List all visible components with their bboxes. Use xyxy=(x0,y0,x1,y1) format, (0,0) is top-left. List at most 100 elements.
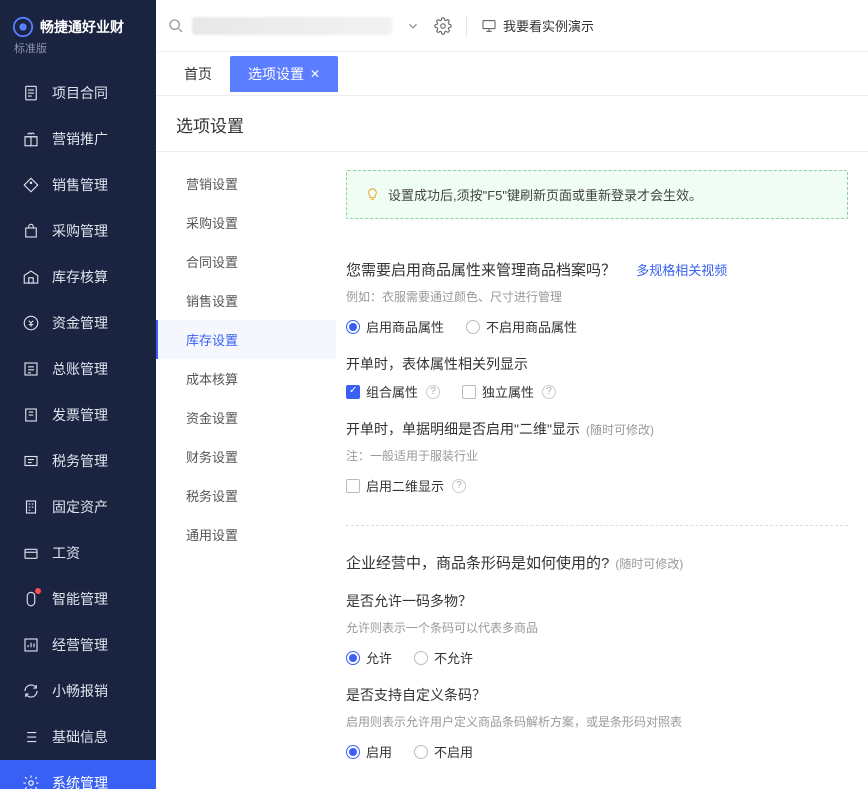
subnav-cost[interactable]: 成本核算 xyxy=(156,359,336,398)
document-icon xyxy=(22,84,40,102)
nav-label: 工资 xyxy=(52,543,80,563)
section-barcode: 企业经营中，商品条形码是如何使用的?(随时可修改) 是否允许一码多物？ 允许则表… xyxy=(346,552,848,761)
nav-label: 发票管理 xyxy=(52,405,108,425)
nav-label: 基础信息 xyxy=(52,727,108,747)
radio-enable-attr[interactable]: 启用商品属性 xyxy=(346,317,444,336)
search-icon xyxy=(168,18,184,34)
nav-label: 营销推广 xyxy=(52,129,108,149)
chart-icon xyxy=(22,636,40,654)
sidebar-item-sales[interactable]: 销售管理 xyxy=(0,162,156,208)
tab-label: 首页 xyxy=(184,64,212,84)
sidebar-item-expense[interactable]: 小畅报销 xyxy=(0,668,156,714)
help-icon[interactable]: ? xyxy=(542,385,556,399)
nav-label: 项目合同 xyxy=(52,83,108,103)
sidebar-item-funds[interactable]: 资金管理 xyxy=(0,300,156,346)
nav-label: 资金管理 xyxy=(52,313,108,333)
list-icon xyxy=(22,728,40,746)
help-icon[interactable]: ? xyxy=(426,385,440,399)
section-title: 您需要启用商品属性来管理商品档案吗？ 多规格相关视频 xyxy=(346,259,848,280)
nav-label: 智能管理 xyxy=(52,589,108,609)
search-area[interactable] xyxy=(168,17,392,35)
radio-icon xyxy=(346,745,360,759)
radio-disallow[interactable]: 不允许 xyxy=(414,648,473,667)
demo-link[interactable]: 我要看实例演示 xyxy=(481,16,594,35)
checkbox-2d[interactable]: 启用二维显示? xyxy=(346,476,466,495)
brand-edition: 标准版 xyxy=(0,40,156,56)
subsection-title: 开单时，单据明细是否启用"二维"显示(随时可修改) xyxy=(346,419,848,439)
gear-icon xyxy=(22,774,40,789)
tab-label: 选项设置 xyxy=(248,64,304,84)
video-link[interactable]: 多规格相关视频 xyxy=(636,263,727,278)
radio-icon xyxy=(466,320,480,334)
wallet-icon xyxy=(22,544,40,562)
radio-icon xyxy=(346,320,360,334)
sidebar-item-system[interactable]: 系统管理 xyxy=(0,760,156,789)
sidebar-item-ledger[interactable]: 总账管理 xyxy=(0,346,156,392)
subnav-tax[interactable]: 税务设置 xyxy=(156,476,336,515)
question: 是否允许一码多物？ xyxy=(346,591,848,611)
brand-name: 畅捷通好业财 xyxy=(40,17,124,37)
help-icon[interactable]: ? xyxy=(452,479,466,493)
bulb-icon xyxy=(365,187,380,202)
subnav-purchase[interactable]: 采购设置 xyxy=(156,203,336,242)
notification-dot-icon xyxy=(35,588,41,594)
tab-home[interactable]: 首页 xyxy=(166,56,230,92)
sidebar-item-purchase[interactable]: 采购管理 xyxy=(0,208,156,254)
radio-disable[interactable]: 不启用 xyxy=(414,742,473,761)
sidebar-item-salary[interactable]: 工资 xyxy=(0,530,156,576)
nav-label: 固定资产 xyxy=(52,497,108,517)
nav-label: 小畅报销 xyxy=(52,681,108,701)
demo-label: 我要看实例演示 xyxy=(503,16,594,35)
divider xyxy=(466,15,467,37)
section-hint: 例如：衣服需要通过颜色、尺寸进行管理 xyxy=(346,288,848,305)
radio-disable-attr[interactable]: 不启用商品属性 xyxy=(466,317,577,336)
nav-label: 经营管理 xyxy=(52,635,108,655)
monitor-icon xyxy=(481,18,497,34)
subsection-title: 开单时，表体属性相关列显示 xyxy=(346,354,848,374)
subnav-general[interactable]: 通用设置 xyxy=(156,515,336,554)
radio-enable[interactable]: 启用 xyxy=(346,742,392,761)
settings-icon[interactable] xyxy=(434,17,452,35)
chevron-down-icon[interactable] xyxy=(406,19,420,33)
nav-label: 税务管理 xyxy=(52,451,108,471)
tag-icon xyxy=(22,176,40,194)
subsection-note: 注：一般适用于服装行业 xyxy=(346,447,848,464)
sidebar-item-tax[interactable]: 税务管理 xyxy=(0,438,156,484)
tab-options[interactable]: 选项设置 ✕ xyxy=(230,56,338,92)
invoice-icon xyxy=(22,406,40,424)
tabs: 首页 选项设置 ✕ xyxy=(156,52,868,96)
sidebar-item-basicinfo[interactable]: 基础信息 xyxy=(0,714,156,760)
divider xyxy=(346,525,848,526)
sidebar-item-smart[interactable]: 智能管理 xyxy=(0,576,156,622)
tax-icon xyxy=(22,452,40,470)
subnav-contract[interactable]: 合同设置 xyxy=(156,242,336,281)
subnav-inventory[interactable]: 库存设置 xyxy=(156,320,336,359)
checkbox-icon xyxy=(346,385,360,399)
sidebar-item-operation[interactable]: 经营管理 xyxy=(0,622,156,668)
subnav-sales[interactable]: 销售设置 xyxy=(156,281,336,320)
sidebar-item-project-contract[interactable]: 项目合同 xyxy=(0,70,156,116)
settings-panel: 设置成功后,须按"F5"键刷新页面或重新登录才会生效。 您需要启用商品属性来管理… xyxy=(336,152,868,789)
radio-allow[interactable]: 允许 xyxy=(346,648,392,667)
nav-label: 采购管理 xyxy=(52,221,108,241)
sidebar-item-assets[interactable]: 固定资产 xyxy=(0,484,156,530)
checkbox-icon xyxy=(346,479,360,493)
search-placeholder xyxy=(192,17,392,35)
subnav-finance[interactable]: 财务设置 xyxy=(156,437,336,476)
refresh-icon xyxy=(22,682,40,700)
checkbox-single-attr[interactable]: 独立属性? xyxy=(462,382,556,401)
topbar: 我要看实例演示 xyxy=(156,0,868,52)
section-product-attr: 您需要启用商品属性来管理商品档案吗？ 多规格相关视频 例如：衣服需要通过颜色、尺… xyxy=(346,259,848,495)
subnav-funds[interactable]: 资金设置 xyxy=(156,398,336,437)
sidebar-item-marketing[interactable]: 营销推广 xyxy=(0,116,156,162)
sidebar-item-invoice[interactable]: 发票管理 xyxy=(0,392,156,438)
warehouse-icon xyxy=(22,268,40,286)
brand-logo-icon xyxy=(12,16,34,38)
sidebar-item-inventory[interactable]: 库存核算 xyxy=(0,254,156,300)
subnav-marketing[interactable]: 营销设置 xyxy=(156,164,336,203)
building-icon xyxy=(22,498,40,516)
subnav: 营销设置 采购设置 合同设置 销售设置 库存设置 成本核算 资金设置 财务设置 … xyxy=(156,152,336,789)
brand: 畅捷通好业财 xyxy=(0,8,156,40)
checkbox-combo-attr[interactable]: 组合属性? xyxy=(346,382,440,401)
close-icon[interactable]: ✕ xyxy=(310,67,320,81)
